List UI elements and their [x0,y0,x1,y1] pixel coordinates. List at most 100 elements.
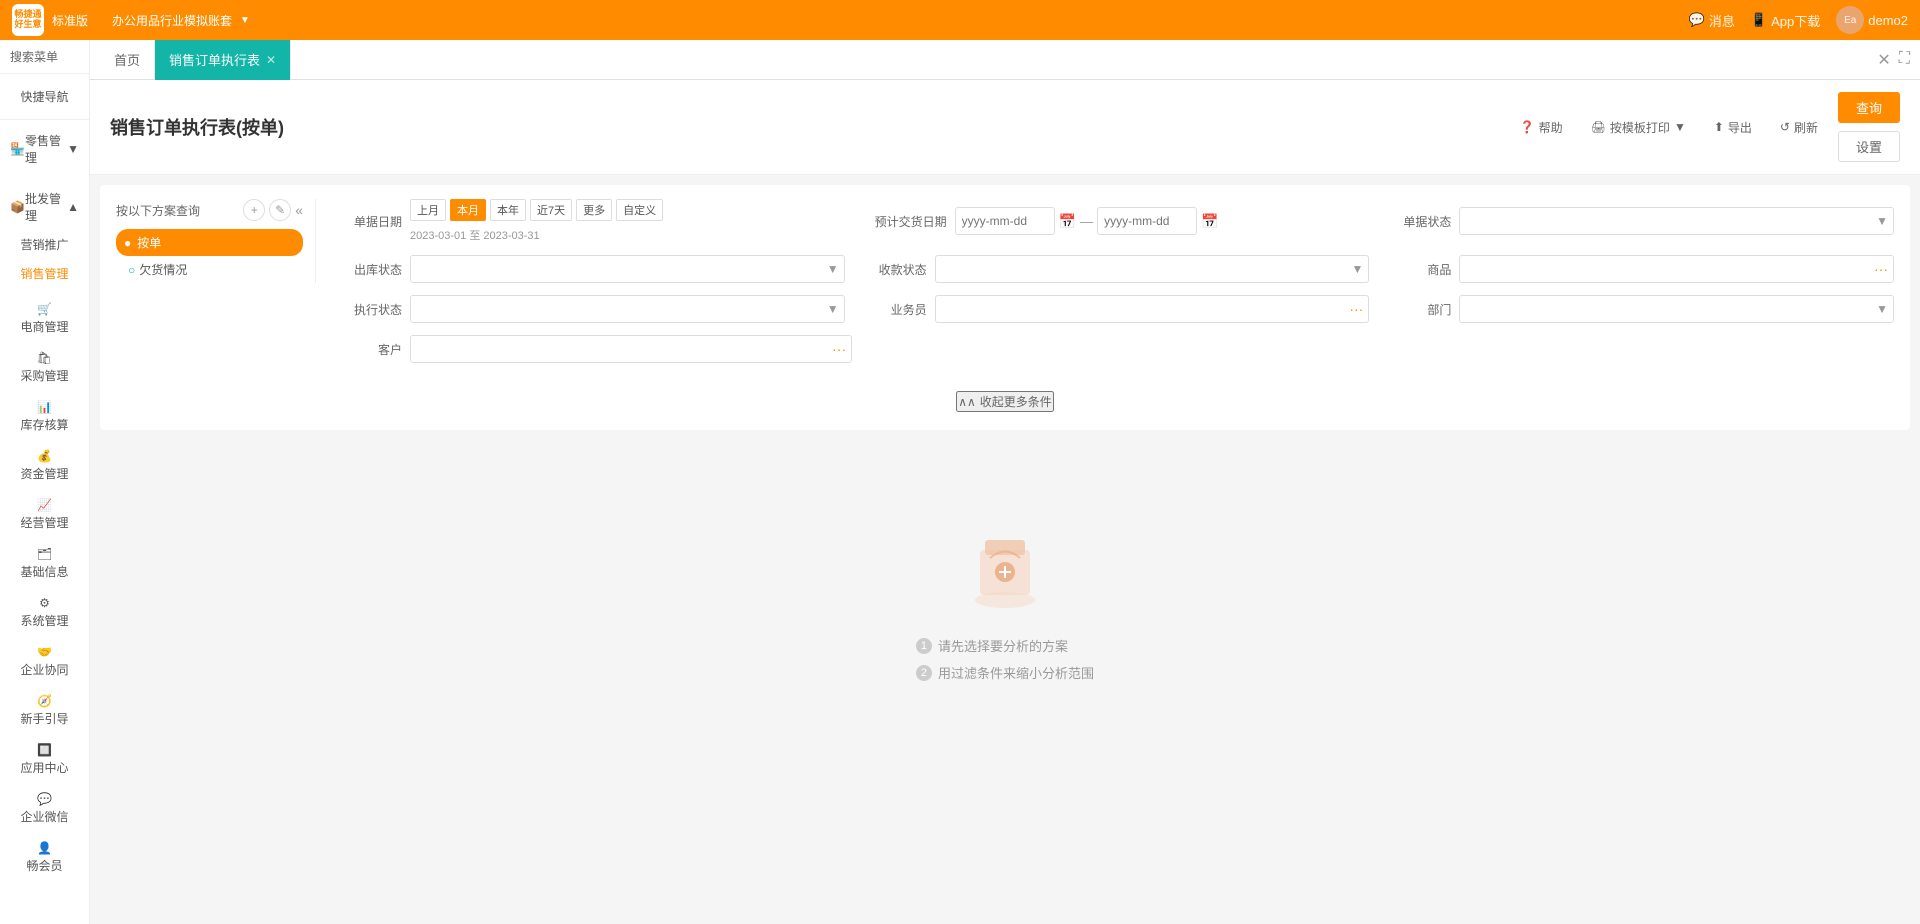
tab-sales-order-exec[interactable]: 销售订单执行表 ✕ [155,40,291,80]
export-icon: ⬆ [1714,120,1724,134]
estimated-delivery-from[interactable] [955,207,1055,235]
filter-order-status-item: 单据状态 ▼ [1381,199,1894,243]
app-download-btn[interactable]: 📱 App下载 [1751,11,1820,30]
print-icon: 🖨 [1591,120,1606,134]
wholesale-arrow: ▲ [67,200,79,214]
delivery-status-select[interactable] [410,255,845,283]
customer-dots-btn[interactable]: ··· [832,341,846,357]
sidebar-sub-item-sales[interactable]: 销售管理 [0,259,89,288]
customer-label: 客户 [332,341,402,358]
estimated-delivery-label: 预计交货日期 [857,213,947,230]
query-btn[interactable]: 查询 [1838,92,1900,123]
avatar: Ea [1836,6,1864,34]
collapse-more-btn[interactable]: ∧∧ 收起更多条件 [956,391,1054,412]
sidebar-item-cooperation[interactable]: 🤝 企业协同 [0,637,89,686]
sidebar-item-business[interactable]: 📈 经营管理 [0,490,89,539]
scheme-selector: 按以下方案查询 + ✎ « [116,199,316,283]
retail-label: 零售管理 [25,132,67,166]
sidebar-item-ecommerce[interactable]: 🛒 电商管理 [0,294,89,343]
basicinfo-icon: 🗂 [37,547,52,561]
purchase-label: 采购管理 [20,367,68,384]
sidebar-item-system[interactable]: ⚙ 系统管理 [0,588,89,637]
window-close-btn[interactable]: ✕ [1877,50,1890,70]
tab-home[interactable]: 首页 [100,40,155,80]
print-dropdown-icon: ▼ [1674,120,1686,134]
department-select[interactable] [1459,295,1894,323]
main-layout: 搜索菜单 快捷导航 🏪 零售管理 ▼ 📦 批发管理 ▲ [0,40,1920,924]
sidebar-search-section[interactable]: 搜索菜单 [0,40,89,74]
add-scheme-btn[interactable]: + [243,199,265,221]
export-btn[interactable]: ⬆ 导出 [1706,115,1760,140]
user-profile-btn[interactable]: Ea demo2 [1836,6,1908,34]
receipt-status-select[interactable] [935,255,1370,283]
wholesale-icon: 📦 [10,200,25,214]
goods-label: 商品 [1381,261,1451,278]
customer-input[interactable] [410,335,852,363]
scheme-sub-item-欠货情况[interactable]: ○ 欠货情况 [116,256,303,283]
sidebar-item-quicknav[interactable]: 快捷导航 [0,80,89,113]
sidebar-search-label[interactable]: 搜索菜单 [10,50,58,64]
settings-btn[interactable]: 设置 [1838,131,1900,162]
goods-dots-btn[interactable]: ··· [1874,261,1888,277]
execution-status-select[interactable] [410,295,845,323]
scheme-item-单[interactable]: ● 按单 [116,229,303,256]
retail-arrow: ▼ [67,142,79,156]
estimated-delivery-to[interactable] [1097,207,1197,235]
date-btn-this-month[interactable]: 本月 [450,199,486,221]
app-container: 畅捷通好生意 标准版 办公用品行业模拟账套 ▼ 💬 消息 📱 App下载 Ea … [0,0,1920,924]
dropdown-icon[interactable]: ▼ [240,15,250,26]
date-btn-7days[interactable]: 近7天 [530,199,572,221]
template-print-btn[interactable]: 🖨 按模板打印 ▼ [1583,115,1694,140]
sidebar-item-purchase[interactable]: 🛍 采购管理 [0,343,89,392]
sidebar-quicknav-section[interactable]: 快捷导航 [0,74,89,120]
message-btn[interactable]: 💬 消息 [1689,11,1735,30]
date-label: 单据日期 [332,213,402,230]
sidebar-item-member[interactable]: 👤 畅会员 [0,833,89,882]
top-bar-left: 畅捷通好生意 标准版 办公用品行业模拟账套 ▼ [12,4,250,36]
goods-input[interactable] [1459,255,1894,283]
sidebar-item-corpwechat[interactable]: 💬 企业微信 [0,784,89,833]
edit-scheme-btn[interactable]: ✎ [269,199,291,221]
salesman-input[interactable] [935,295,1370,323]
date-btn-this-year[interactable]: 本年 [490,199,526,221]
order-status-select[interactable] [1459,207,1894,235]
delivery-status-control: ▼ [410,255,845,283]
refresh-icon: ↺ [1780,120,1790,134]
sidebar-item-newguide[interactable]: 🧭 新手引导 [0,686,89,735]
sidebar-item-appstore[interactable]: 🔲 应用中心 [0,735,89,784]
goods-control: ··· [1459,255,1894,283]
account-dropdown[interactable]: 办公用品行业模拟账套 [112,12,232,29]
page-actions: ❓ 帮助 🖨 按模板打印 ▼ ⬆ 导出 ↺ [1512,92,1900,162]
date-separator: — [1080,214,1093,229]
department-control: ▼ [1459,295,1894,323]
order-status-control: ▼ [1459,207,1894,235]
date-range-text: 2023-03-01 至 2023-03-31 [410,227,845,243]
sidebar-item-basicinfo[interactable]: 🗂 基础信息 [0,539,89,588]
help-btn[interactable]: ❓ 帮助 [1512,115,1571,140]
sidebar-item-inventory[interactable]: 📊 库存核算 [0,392,89,441]
window-maximize-btn[interactable]: ⛶ [1899,50,1910,70]
date-btn-more[interactable]: 更多 [576,199,612,221]
execution-status-label: 执行状态 [332,301,402,318]
date-to-cal-icon[interactable]: 📅 [1201,213,1218,230]
sidebar-item-retail[interactable]: 🏪 零售管理 ▼ [0,126,89,172]
estimated-delivery-range: 📅 — 📅 [955,207,1370,235]
sidebar-item-finance[interactable]: 💰 资金管理 [0,441,89,490]
tab-close-icon[interactable]: ✕ [266,53,276,67]
newguide-icon: 🧭 [37,694,52,708]
date-from-cal-icon[interactable]: 📅 [1059,213,1076,230]
member-label: 畅会员 [26,857,62,874]
sidebar-quicknav-label: 快捷导航 [20,88,68,105]
date-btn-custom[interactable]: 自定义 [616,199,663,221]
tab-home-label: 首页 [114,50,140,69]
sidebar-item-wholesale[interactable]: 📦 批发管理 ▲ [0,184,89,230]
collapse-scheme-btn[interactable]: « [295,202,303,218]
sidebar-sub-item-marketing[interactable]: 营销推广 [0,230,89,259]
date-btn-last-month[interactable]: 上月 [410,199,446,221]
filter-execution-status-item: 执行状态 ▼ [332,295,845,323]
collapse-row: ∧∧ 收起更多条件 [116,387,1894,416]
salesman-dots-btn[interactable]: ··· [1349,301,1363,317]
refresh-btn[interactable]: ↺ 刷新 [1772,115,1826,140]
marketing-label: 营销推广 [20,238,68,252]
page-header: 销售订单执行表(按单) ❓ 帮助 🖨 按模板打印 ▼ ⬆ [90,80,1920,175]
